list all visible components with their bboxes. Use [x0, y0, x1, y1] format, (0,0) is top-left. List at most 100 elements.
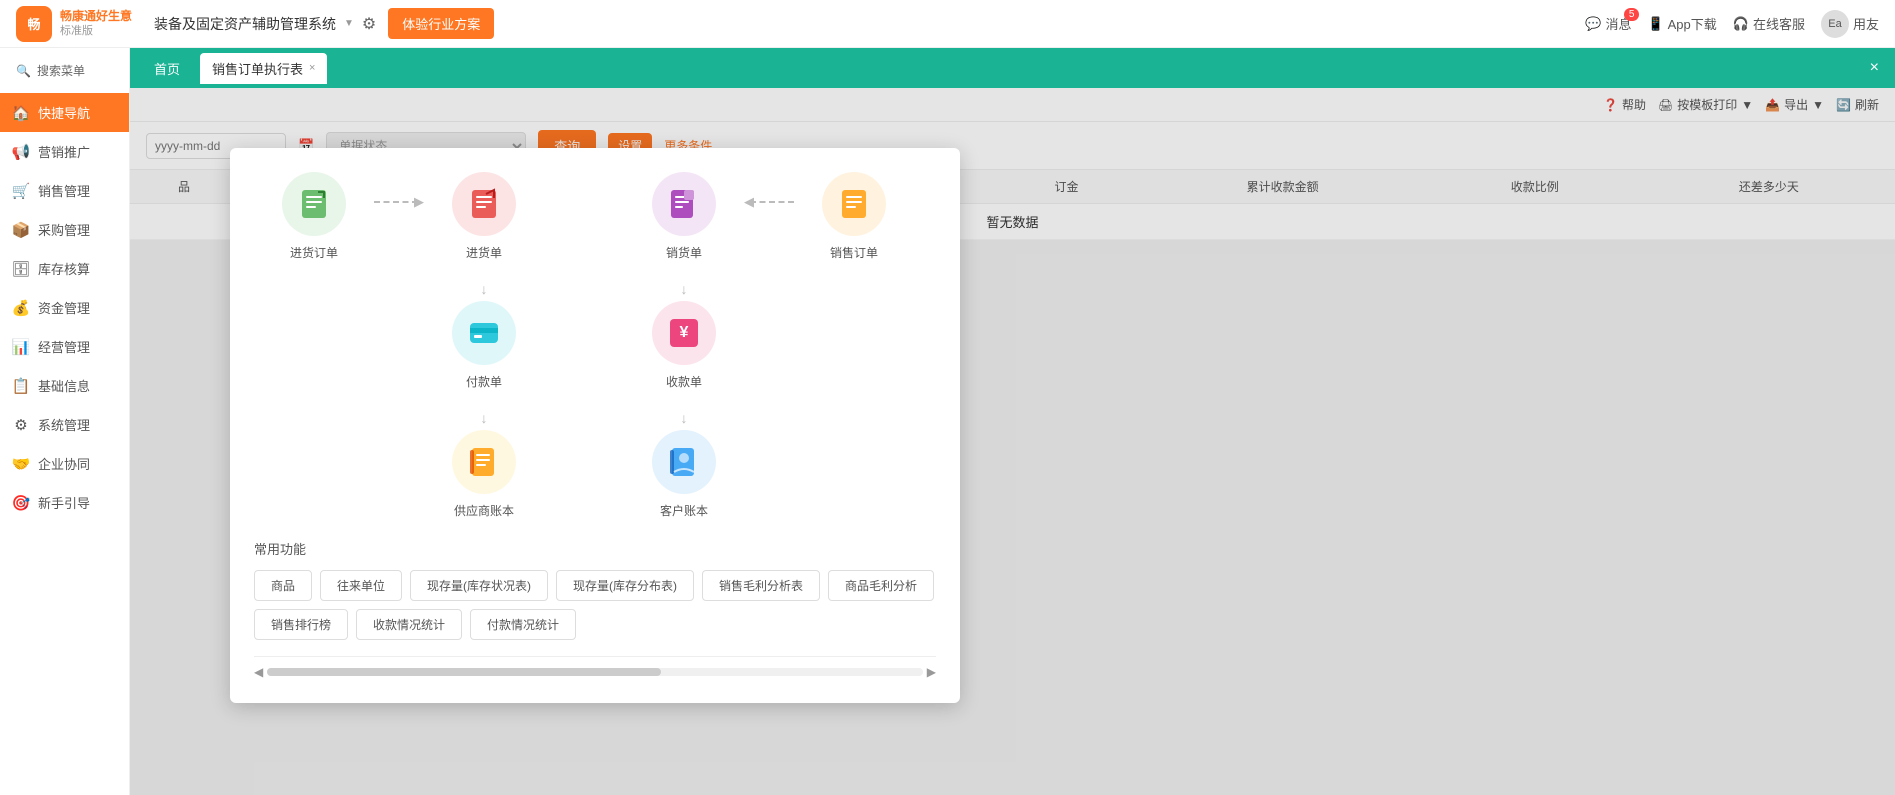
- sales-icon: 🛒: [12, 182, 30, 200]
- inventory-icon: 🗄: [12, 260, 30, 278]
- system-dropdown-icon[interactable]: ▼: [344, 18, 354, 29]
- svg-text:¥: ¥: [680, 324, 689, 341]
- common-functions-title: 常用功能: [254, 539, 936, 558]
- common-functions: 常用功能 商品 往来单位 现存量(库存状况表) 现存量(库存分布表) 销售毛利分…: [254, 539, 936, 640]
- sidebar-label-quick-nav: 快捷导航: [38, 103, 90, 122]
- gear-icon[interactable]: ⚙: [362, 14, 376, 34]
- tab-home[interactable]: 首页: [138, 51, 196, 86]
- user-menu[interactable]: Ea 用友: [1821, 10, 1879, 38]
- func-btn-payment-stats[interactable]: 付款情况统计: [470, 609, 576, 640]
- service-icon: 🎧: [1733, 16, 1749, 32]
- tab-sales-order[interactable]: 销售订单执行表 ×: [200, 53, 327, 84]
- sidebar-item-sales[interactable]: 🛒 销售管理: [0, 171, 129, 210]
- popup-overlay[interactable]: 进货订单 ▶ 进: [130, 88, 1895, 795]
- func-btn-stock-status[interactable]: 现存量(库存状况表): [410, 570, 548, 601]
- popup-box: 进货订单 ▶ 进: [230, 148, 960, 703]
- sidebar-item-enterprise[interactable]: 🤝 企业协同: [0, 444, 129, 483]
- search-label: 搜索菜单: [37, 62, 85, 79]
- flow-node-purchase-bill[interactable]: 进货单: [424, 172, 544, 261]
- sales-order-circle: [822, 172, 886, 236]
- sidebar-item-system[interactable]: ⚙ 系统管理: [0, 405, 129, 444]
- flow-node-receipt-bill[interactable]: ¥ 收款单: [624, 301, 744, 390]
- flow-node-payment-bill[interactable]: 付款单: [424, 301, 544, 390]
- message-icon: 💬: [1585, 16, 1601, 32]
- content-area: 首页 销售订单执行表 × × ❓ 帮助 🖨: [130, 48, 1895, 795]
- purchase-icon: 📦: [12, 221, 30, 239]
- sidebar: 🔍 搜索菜单 🏠 快捷导航 📢 营销推广 🛒 销售管理 📦: [0, 48, 130, 795]
- system-icon: ⚙: [12, 416, 30, 434]
- operation-icon: 📊: [12, 338, 30, 356]
- system-name: 装备及固定资产辅助管理系统: [154, 14, 336, 34]
- func-btn-partners[interactable]: 往来单位: [320, 570, 402, 601]
- func-btn-sales-rank[interactable]: 销售排行榜: [254, 609, 348, 640]
- sidebar-label-sales: 销售管理: [38, 181, 90, 200]
- purchase-bill-label: 进货单: [466, 244, 502, 261]
- flow-node-purchase-order[interactable]: 进货订单: [254, 172, 374, 261]
- customer-book-label: 客户账本: [660, 502, 708, 519]
- scroll-right-icon[interactable]: ▶: [927, 665, 936, 679]
- sidebar-label-purchase: 采购管理: [38, 220, 90, 239]
- logo-text: 畅康通好生意 标准版: [60, 9, 132, 39]
- func-btn-sales-profit[interactable]: 销售毛利分析表: [702, 570, 820, 601]
- sidebar-label-finance: 资金管理: [38, 298, 90, 317]
- finance-icon: 💰: [12, 299, 30, 317]
- flow-node-sales-bill[interactable]: 销货单: [624, 172, 744, 261]
- system-title: 装备及固定资产辅助管理系统 ▼: [154, 14, 354, 34]
- enterprise-icon: 🤝: [12, 455, 30, 473]
- sales-bill-label: 销货单: [666, 244, 702, 261]
- sidebar-item-operation[interactable]: 📊 经营管理: [0, 327, 129, 366]
- tab-bar: 首页 销售订单执行表 × ×: [130, 48, 1895, 88]
- logo-char: 畅: [27, 14, 40, 33]
- sidebar-item-inventory[interactable]: 🗄 库存核算: [0, 249, 129, 288]
- search-menu-button[interactable]: 🔍 搜索菜单: [8, 56, 121, 85]
- app-download-button[interactable]: 📱 App下载: [1647, 14, 1716, 33]
- top-right: 💬 消息 5 📱 App下载 🎧 在线客服 Ea 用友: [1585, 10, 1879, 38]
- sidebar-search-area: 🔍 搜索菜单: [0, 48, 129, 93]
- payment-bill-circle: [452, 301, 516, 365]
- func-btn-stock-dist[interactable]: 现存量(库存分布表): [556, 570, 694, 601]
- online-service-button[interactable]: 🎧 在线客服: [1733, 14, 1805, 33]
- app-download-label: App下载: [1668, 14, 1717, 33]
- flow-node-supplier-book[interactable]: 供应商账本: [424, 430, 544, 519]
- sales-bill-circle: [652, 172, 716, 236]
- sidebar-item-newbie[interactable]: 🎯 新手引导: [0, 483, 129, 522]
- quick-nav-icon: 🏠: [12, 104, 30, 122]
- sidebar-item-quick-nav[interactable]: 🏠 快捷导航: [0, 93, 129, 132]
- sidebar-label-marketing: 营销推广: [38, 142, 90, 161]
- logo-line2: 标准版: [60, 24, 132, 38]
- tab-close-icon[interactable]: ×: [309, 62, 315, 74]
- sidebar-label-inventory: 库存核算: [38, 259, 90, 278]
- func-btn-goods[interactable]: 商品: [254, 570, 312, 601]
- trial-button[interactable]: 体验行业方案: [388, 8, 494, 39]
- top-bar: 畅 畅康通好生意 标准版 装备及固定资产辅助管理系统 ▼ ⚙ 体验行业方案 💬 …: [0, 0, 1895, 48]
- tab-label: 销售订单执行表: [212, 59, 303, 78]
- user-label: 用友: [1853, 14, 1879, 33]
- sidebar-label-system: 系统管理: [38, 415, 90, 434]
- payment-bill-label: 付款单: [466, 373, 502, 390]
- sidebar-label-operation: 经营管理: [38, 337, 90, 356]
- newbie-icon: 🎯: [12, 494, 30, 512]
- avatar: Ea: [1821, 10, 1849, 38]
- receipt-bill-label: 收款单: [666, 373, 702, 390]
- search-icon: 🔍: [16, 64, 31, 78]
- message-button[interactable]: 💬 消息 5: [1585, 14, 1631, 33]
- sidebar-item-finance[interactable]: 💰 资金管理: [0, 288, 129, 327]
- sidebar-label-basic-info: 基础信息: [38, 376, 90, 395]
- page-content: ❓ 帮助 🖨 按模板打印 ▼ 📤 导出 ▼: [130, 88, 1895, 795]
- func-btn-receipt-stats[interactable]: 收款情况统计: [356, 609, 462, 640]
- sidebar-item-basic-info[interactable]: 📋 基础信息: [0, 366, 129, 405]
- supplier-book-label: 供应商账本: [454, 502, 514, 519]
- online-service-label: 在线客服: [1753, 14, 1805, 33]
- scrollbar-track[interactable]: [267, 668, 923, 676]
- func-btn-goods-profit[interactable]: 商品毛利分析: [828, 570, 934, 601]
- flow-node-sales-order[interactable]: 销售订单: [794, 172, 914, 261]
- flow-node-customer-book[interactable]: 客户账本: [624, 430, 744, 519]
- sidebar-label-enterprise: 企业协同: [38, 454, 90, 473]
- purchase-bill-circle: [452, 172, 516, 236]
- tab-bar-close-icon[interactable]: ×: [1870, 59, 1887, 77]
- sidebar-item-purchase[interactable]: 📦 采购管理: [0, 210, 129, 249]
- logo-line1: 畅康通好生意: [60, 9, 132, 25]
- sidebar-item-marketing[interactable]: 📢 营销推广: [0, 132, 129, 171]
- receipt-bill-circle: ¥: [652, 301, 716, 365]
- scroll-left-icon[interactable]: ◀: [254, 665, 263, 679]
